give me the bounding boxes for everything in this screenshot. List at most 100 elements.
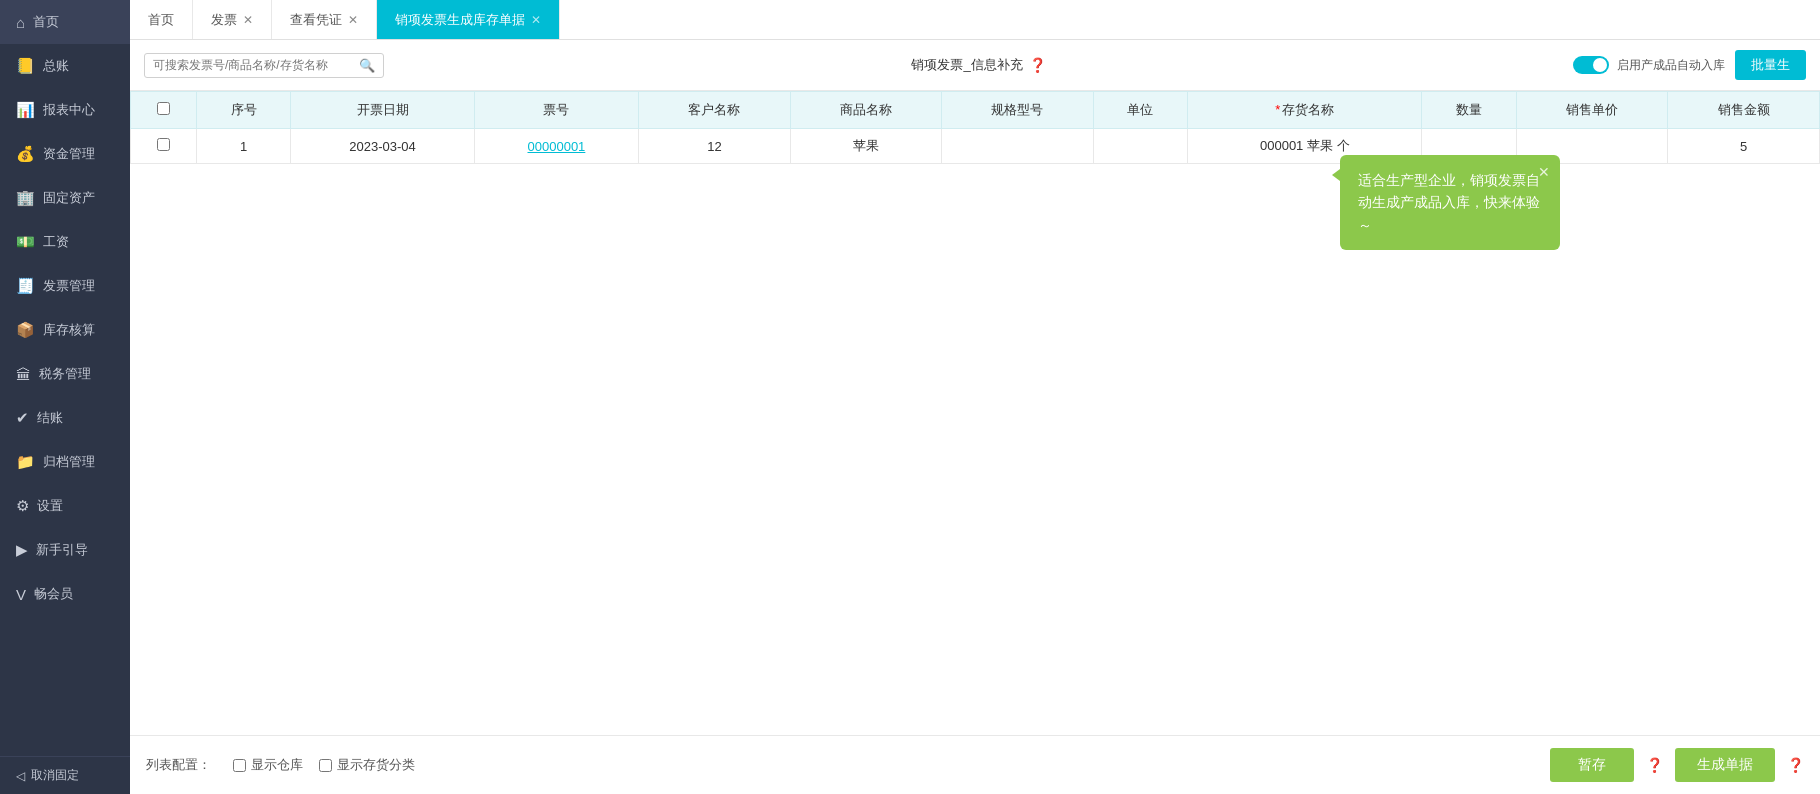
report-icon: 📊 [16,101,35,119]
sidebar-item-vip[interactable]: V 畅会员 [0,572,130,616]
th-product-name: 商品名称 [790,92,942,129]
td-spec [942,129,1094,164]
sidebar-bottom-cancel-pin[interactable]: ◁ 取消固定 [0,756,130,794]
archive-icon: 📁 [16,453,35,471]
sidebar-item-label: 结账 [37,409,63,427]
guide-icon: ▶ [16,541,28,559]
toggle-thumb [1593,58,1607,72]
sidebar-item-label: 新手引导 [36,541,88,559]
search-icon: 🔍 [359,58,375,73]
sidebar-item-fund-management[interactable]: 💰 资金管理 [0,132,130,176]
sidebar-item-reports[interactable]: 📊 报表中心 [0,88,130,132]
show-category-label: 显示存货分类 [337,756,415,774]
home-icon: ⌂ [16,14,25,31]
sidebar-item-label: 总账 [43,57,69,75]
show-warehouse-wrap: 显示仓库 [233,756,303,774]
tooltip-close-button[interactable]: ✕ [1538,161,1550,183]
sidebar-item-payroll[interactable]: 💵 工资 [0,220,130,264]
table-wrap: 序号 开票日期 票号 客户名称 商品名称 [130,91,1820,735]
show-warehouse-checkbox[interactable] [233,759,246,772]
bottom-bar: 列表配置： 显示仓库 显示存货分类 暂存 ❓ 生成单据 ❓ [130,735,1820,794]
payroll-icon: 💵 [16,233,35,251]
td-date: 2023-03-04 [291,129,474,164]
gear-icon: ⚙ [16,497,29,515]
tab-bar: 首页 发票 ✕ 查看凭证 ✕ 销项发票生成库存单据 ✕ [130,0,1820,40]
sidebar-item-label: 资金管理 [43,145,95,163]
inventory-icon: 📦 [16,321,35,339]
tab-cancel-invoice-close[interactable]: ✕ [531,13,541,27]
save-help-icon[interactable]: ❓ [1646,757,1663,773]
pin-icon: ◁ [16,769,25,783]
cancel-pin-label: 取消固定 [31,767,79,784]
tab-cancel-invoice-label: 销项发票生成库存单据 [395,11,525,29]
th-spec: 规格型号 [942,92,1094,129]
sidebar-item-fixed-assets[interactable]: 🏢 固定资产 [0,176,130,220]
show-category-wrap: 显示存货分类 [319,756,415,774]
gen-help-icon[interactable]: ❓ [1787,757,1804,773]
sidebar-item-settings[interactable]: ⚙ 设置 [0,484,130,528]
generate-button[interactable]: 生成单据 [1675,748,1775,782]
sidebar-item-invoice-management[interactable]: 🧾 发票管理 [0,264,130,308]
settlement-icon: ✔ [16,409,29,427]
th-inventory-name: *存货名称 [1188,92,1422,129]
sidebar-item-general-ledger[interactable]: 📒 总账 [0,44,130,88]
batch-button[interactable]: 批量生 [1735,50,1806,80]
td-ticket-no[interactable]: 00000001 [474,129,638,164]
tooltip-popup: ✕ 适合生产型企业，销项发票自动生成产成品入库，快来体验～ [1340,155,1560,250]
required-star: * [1275,102,1280,117]
row-checkbox[interactable] [157,138,170,151]
sidebar: ⌂ 首页 📒 总账 📊 报表中心 💰 资金管理 🏢 固定资产 💵 工资 🧾 发票… [0,0,130,794]
search-box[interactable]: 🔍 [144,53,384,78]
main-area: 首页 发票 ✕ 查看凭证 ✕ 销项发票生成库存单据 ✕ 🔍 销项发票_信息补充 … [130,0,1820,794]
help-icon[interactable]: ❓ [1029,57,1046,73]
tab-home-label: 首页 [148,11,174,29]
sidebar-item-label: 税务管理 [39,365,91,383]
sidebar-item-archive-management[interactable]: 📁 归档管理 [0,440,130,484]
ledger-icon: 📒 [16,57,35,75]
tab-view-voucher-close[interactable]: ✕ [348,13,358,27]
search-input[interactable] [153,58,353,72]
save-button[interactable]: 暂存 [1550,748,1634,782]
td-checkbox [131,129,197,164]
sidebar-item-guide[interactable]: ▶ 新手引导 [0,528,130,572]
vip-icon: V [16,586,26,603]
fund-icon: 💰 [16,145,35,163]
tab-cancel-invoice[interactable]: 销项发票生成库存单据 ✕ [377,0,560,39]
auto-warehouse-toggle[interactable] [1573,56,1609,74]
th-date: 开票日期 [291,92,474,129]
sidebar-item-home[interactable]: ⌂ 首页 [0,0,130,44]
tab-invoice[interactable]: 发票 ✕ [193,0,272,39]
sidebar-item-label: 发票管理 [43,277,95,295]
td-product-name: 苹果 [790,129,942,164]
sidebar-item-tax-management[interactable]: 🏛 税务管理 [0,352,130,396]
sidebar-item-label: 固定资产 [43,189,95,207]
th-customer: 客户名称 [639,92,791,129]
sidebar-item-inventory[interactable]: 📦 库存核算 [0,308,130,352]
toggle-wrap: 启用产成品自动入库 [1573,56,1725,74]
sidebar-item-label: 畅会员 [34,585,73,603]
tax-icon: 🏛 [16,366,31,383]
sidebar-item-settlement[interactable]: ✔ 结账 [0,396,130,440]
center-label: 销项发票_信息补充 [911,56,1022,74]
tab-invoice-label: 发票 [211,11,237,29]
sidebar-item-label: 归档管理 [43,453,95,471]
td-unit [1093,129,1187,164]
show-category-checkbox[interactable] [319,759,332,772]
th-quantity: 数量 [1422,92,1516,129]
tab-view-voucher[interactable]: 查看凭证 ✕ [272,0,377,39]
tab-invoice-close[interactable]: ✕ [243,13,253,27]
tooltip-text: 适合生产型企业，销项发票自动生成产成品入库，快来体验～ [1358,172,1540,233]
show-warehouse-label: 显示仓库 [251,756,303,774]
select-all-checkbox[interactable] [157,102,170,115]
invoice-table: 序号 开票日期 票号 客户名称 商品名称 [130,91,1820,164]
table-row: 1 2023-03-04 00000001 12 苹果 [131,129,1820,164]
sidebar-item-label: 报表中心 [43,101,95,119]
sidebar-item-label: 库存核算 [43,321,95,339]
tab-home[interactable]: 首页 [130,0,193,39]
sidebar-item-label: 工资 [43,233,69,251]
td-amount: 5 [1668,129,1820,164]
td-seq: 1 [196,129,290,164]
bottom-buttons: 暂存 ❓ 生成单据 ❓ [1550,748,1804,782]
tab-view-voucher-label: 查看凭证 [290,11,342,29]
assets-icon: 🏢 [16,189,35,207]
